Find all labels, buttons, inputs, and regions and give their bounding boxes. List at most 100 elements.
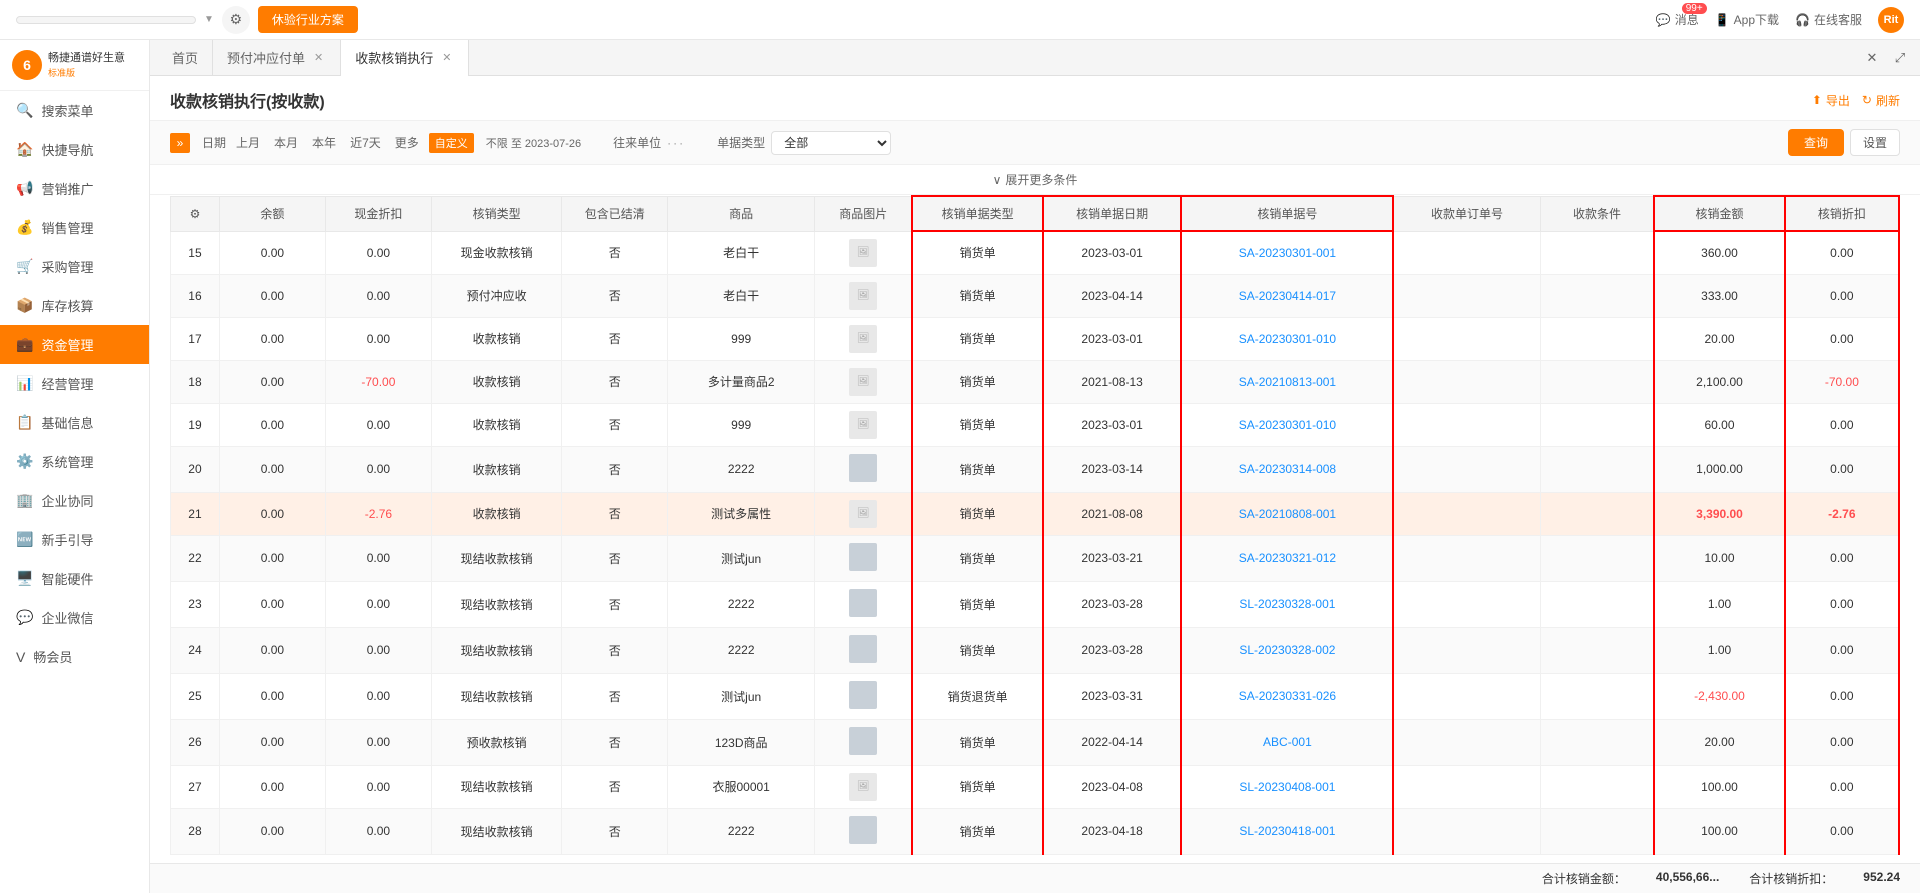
- row-bill-no: SA-20210813-001: [1181, 360, 1393, 403]
- bill-no-link[interactable]: ABC-001: [1263, 735, 1312, 749]
- bill-no-link[interactable]: SA-20230301-001: [1239, 246, 1336, 260]
- row-product: 测试jun: [668, 535, 815, 581]
- row-condition: [1540, 808, 1654, 854]
- close-window-button[interactable]: ✕: [1860, 46, 1884, 70]
- sidebar-item-finance[interactable]: 💼 资金管理: [0, 325, 149, 364]
- product-thumbnail-empty: 🖼: [849, 411, 877, 439]
- row-no: 19: [171, 403, 220, 446]
- sidebar: 6 畅捷通谱好生意 标准版 🔍 搜索菜单 🏠 快捷导航 📢 营销推广 💰 销售管…: [0, 40, 150, 893]
- sidebar-item-basic-info[interactable]: 📋 基础信息: [0, 403, 149, 442]
- col-cash-discount: 现金折扣: [325, 196, 431, 231]
- bill-no-link[interactable]: SA-20230301-010: [1239, 418, 1336, 432]
- row-product-img: [815, 446, 913, 492]
- online-support-button[interactable]: 🎧 在线客服: [1795, 11, 1862, 28]
- this-month-btn[interactable]: 本月: [270, 132, 302, 153]
- table-row: 20 0.00 0.00 收款核销 否 2222 销货单 2023-03-14 …: [171, 446, 1900, 492]
- row-bill-type: 销货单: [912, 403, 1042, 446]
- row-bill-no: SL-20230328-001: [1181, 581, 1393, 627]
- sidebar-item-guide[interactable]: 🆕 新手引导: [0, 520, 149, 559]
- row-amount: 1.00: [1654, 627, 1784, 673]
- row-product: 测试jun: [668, 673, 815, 719]
- bill-no-link[interactable]: SA-20210813-001: [1239, 375, 1336, 389]
- sidebar-item-marketing[interactable]: 📢 营销推广: [0, 169, 149, 208]
- bill-no-link[interactable]: SA-20230331-026: [1239, 689, 1336, 703]
- bill-no-link[interactable]: SA-20230301-010: [1239, 332, 1336, 346]
- row-writeoff-type: 收款核销: [431, 360, 561, 403]
- last-month-btn[interactable]: 上月: [232, 132, 264, 153]
- phone-icon: 📱: [1715, 13, 1730, 27]
- row-condition: [1540, 581, 1654, 627]
- row-receipt-order: [1393, 492, 1540, 535]
- sidebar-item-search-menu[interactable]: 🔍 搜索菜单: [0, 91, 149, 130]
- bill-no-link[interactable]: SA-20210808-001: [1239, 507, 1336, 521]
- query-button[interactable]: 查询: [1788, 129, 1844, 156]
- logo-badge: 标准版: [48, 66, 125, 79]
- sidebar-item-enterprise[interactable]: 🏢 企业协同: [0, 481, 149, 520]
- row-bill-date: 2023-04-14: [1043, 274, 1182, 317]
- expand-filter-button[interactable]: »: [170, 133, 190, 153]
- table-area[interactable]: ⚙ 余额 现金折扣 核销类型 包含已结清 商品 商品图片 核销单据类型 核销单据…: [150, 195, 1920, 863]
- tab-home[interactable]: 首页: [158, 40, 213, 76]
- bill-no-link[interactable]: SA-20230414-017: [1239, 289, 1336, 303]
- row-bill-date: 2023-03-01: [1043, 231, 1182, 274]
- bill-no-link[interactable]: SL-20230328-002: [1239, 643, 1335, 657]
- bill-no-link[interactable]: SA-20230314-008: [1239, 462, 1336, 476]
- bill-type-filter-group: 单据类型 全部 销货单 销货退货单: [717, 131, 891, 155]
- row-amount: -2,430.00: [1654, 673, 1784, 719]
- bill-type-select[interactable]: 全部 销货单 销货退货单: [771, 131, 891, 155]
- row-settled: 否: [562, 317, 668, 360]
- row-product-img: 🖼: [815, 765, 913, 808]
- app-download-button[interactable]: 📱 App下载: [1715, 11, 1779, 28]
- row-no: 17: [171, 317, 220, 360]
- sidebar-item-inventory[interactable]: 📦 库存核算: [0, 286, 149, 325]
- row-receipt-order: [1393, 403, 1540, 446]
- bill-no-link[interactable]: SL-20230328-001: [1239, 597, 1335, 611]
- tab-writeoff[interactable]: 收款核销执行 ✕: [341, 40, 469, 76]
- row-balance: 0.00: [219, 446, 325, 492]
- bill-no-link[interactable]: SL-20230418-001: [1239, 824, 1335, 838]
- close-icon[interactable]: ✕: [439, 50, 454, 65]
- maximize-button[interactable]: ⤢: [1888, 46, 1912, 70]
- sidebar-item-operations[interactable]: 📊 经营管理: [0, 364, 149, 403]
- row-receipt-order: [1393, 360, 1540, 403]
- table-row: 27 0.00 0.00 现结收款核销 否 衣服00001 🖼 销货单 2023…: [171, 765, 1900, 808]
- sidebar-item-quick-nav[interactable]: 🏠 快捷导航: [0, 130, 149, 169]
- this-year-btn[interactable]: 本年: [308, 132, 340, 153]
- sidebar-item-vip[interactable]: V 畅会员: [0, 637, 149, 676]
- custom-date-btn[interactable]: 自定义: [429, 133, 474, 153]
- setting-button[interactable]: 设置: [1850, 129, 1900, 156]
- refresh-button[interactable]: ↻ 刷新: [1862, 92, 1900, 109]
- row-balance: 0.00: [219, 673, 325, 719]
- row-balance: 0.00: [219, 808, 325, 854]
- sidebar-item-sales[interactable]: 💰 销售管理: [0, 208, 149, 247]
- expand-conditions-button[interactable]: ∨ 展开更多条件: [993, 171, 1078, 188]
- sidebar-item-wechat[interactable]: 💬 企业微信: [0, 598, 149, 637]
- more-date-btn[interactable]: 更多: [391, 132, 423, 153]
- row-writeoff-type: 现结收款核销: [431, 535, 561, 581]
- industry-solution-button[interactable]: 休验行业方案: [258, 6, 358, 33]
- row-amount: 2,100.00: [1654, 360, 1784, 403]
- sidebar-item-purchase[interactable]: 🛒 采购管理: [0, 247, 149, 286]
- settings-icon[interactable]: ⚙: [222, 6, 250, 34]
- page-header: 收款核销执行(按收款) ⬆ 导出 ↻ 刷新: [150, 76, 1920, 121]
- tab-prepay[interactable]: 预付冲应付单 ✕: [213, 40, 341, 76]
- sidebar-item-smart-hw[interactable]: 🖥️ 智能硬件: [0, 559, 149, 598]
- export-button[interactable]: ⬆ 导出: [1812, 92, 1850, 109]
- avatar[interactable]: Rit: [1878, 7, 1904, 33]
- row-condition: [1540, 673, 1654, 719]
- row-balance: 0.00: [219, 581, 325, 627]
- row-amount: 3,390.00: [1654, 492, 1784, 535]
- close-icon[interactable]: ✕: [311, 50, 326, 65]
- address-bar[interactable]: [16, 16, 196, 24]
- row-cash-discount: 0.00: [325, 446, 431, 492]
- bill-no-link[interactable]: SL-20230408-001: [1239, 780, 1335, 794]
- row-bill-type: 销货单: [912, 627, 1042, 673]
- last-7days-btn[interactable]: 近7天: [346, 132, 385, 153]
- row-bill-type: 销货单: [912, 446, 1042, 492]
- row-product: 老白干: [668, 274, 815, 317]
- sidebar-item-system[interactable]: ⚙️ 系统管理: [0, 442, 149, 481]
- sidebar-item-label: 畅会员: [33, 647, 72, 666]
- gear-icon: ⚙️: [16, 453, 33, 470]
- notification-button[interactable]: 💬 消息 99+: [1656, 11, 1699, 28]
- bill-no-link[interactable]: SA-20230321-012: [1239, 551, 1336, 565]
